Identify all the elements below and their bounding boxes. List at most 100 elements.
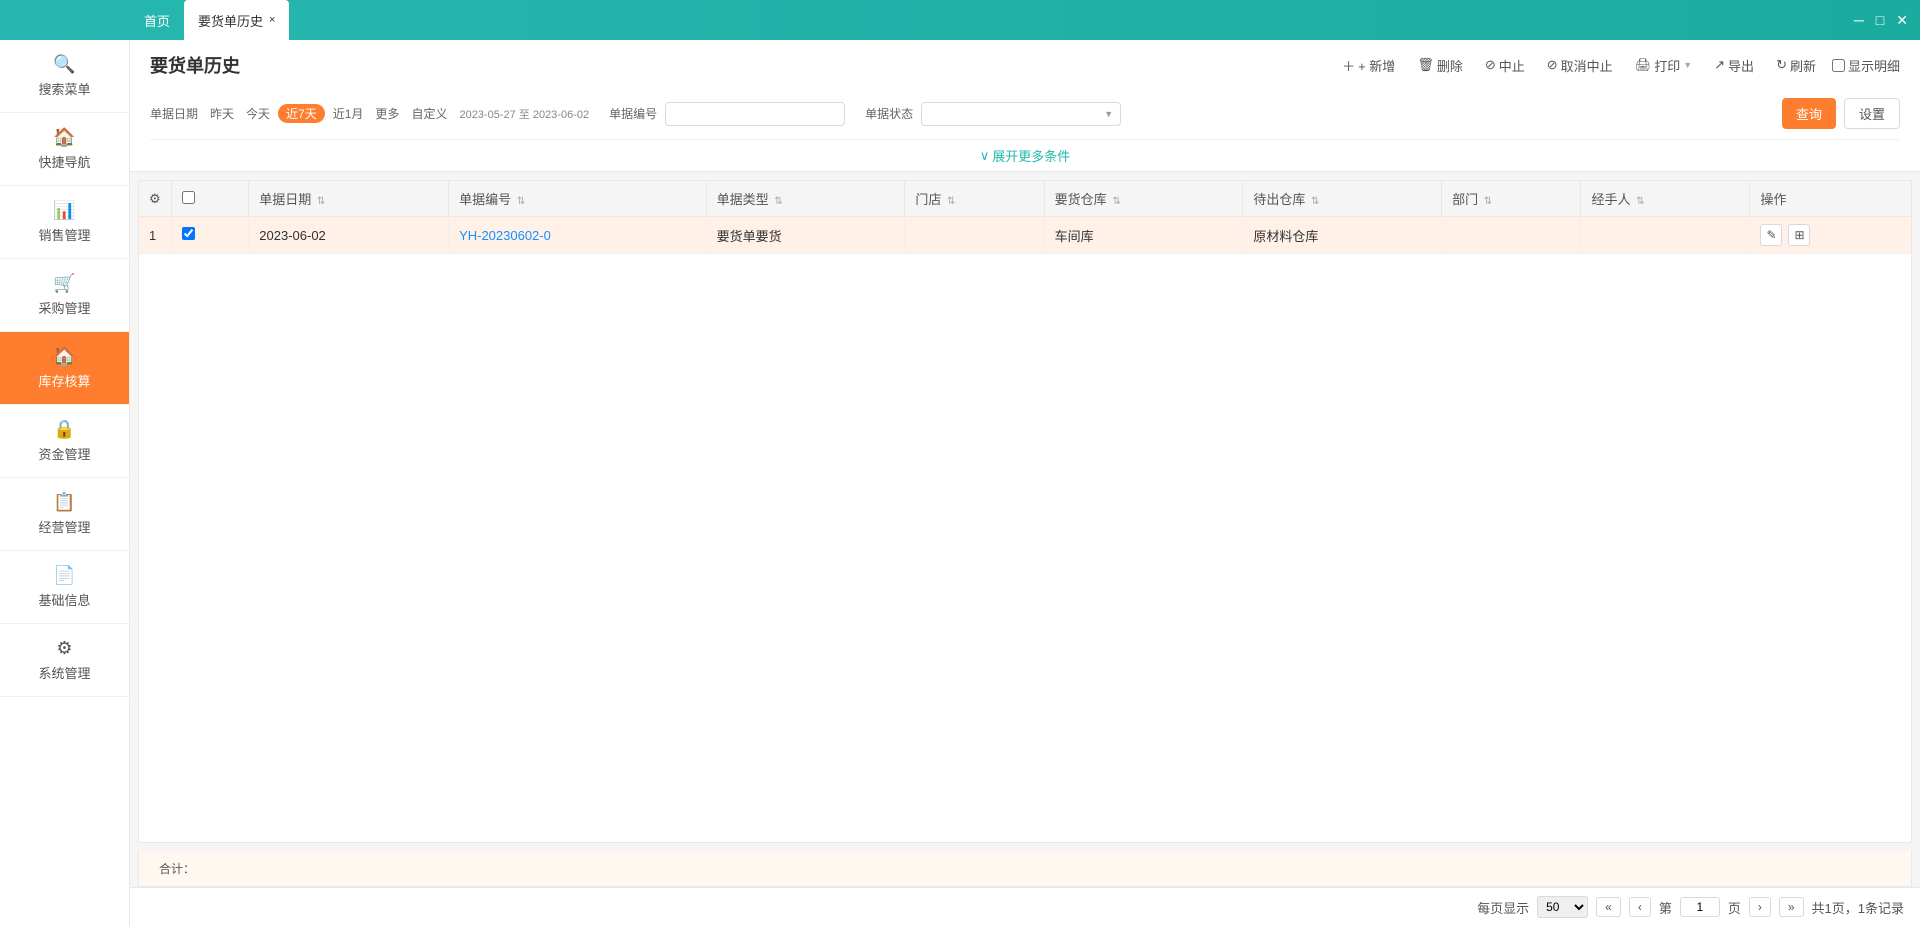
date-filter-label: 单据日期 bbox=[150, 105, 198, 122]
col-checkbox[interactable] bbox=[171, 181, 249, 217]
display-detail-toggle[interactable]: 显示明细 bbox=[1832, 56, 1900, 75]
date-shortcut-yesterday[interactable]: 昨天 bbox=[206, 104, 238, 123]
sidebar-item-search-menu[interactable]: 🔍 搜索菜单 bbox=[0, 40, 129, 113]
date-shortcut-custom[interactable]: 自定义 bbox=[407, 104, 451, 123]
new-button[interactable]: ＋ + 新增 bbox=[1336, 53, 1401, 78]
tab-home[interactable]: 首页 bbox=[130, 0, 184, 40]
doc-status-select[interactable] bbox=[921, 102, 1121, 126]
doc-status-filter-group: 单据状态 bbox=[865, 102, 1121, 126]
print-button[interactable]: 🖨 打印 ▼ bbox=[1629, 53, 1698, 78]
maximize-icon[interactable]: □ bbox=[1876, 12, 1884, 28]
sidebar-item-quick-nav[interactable]: 🏠 快捷导航 bbox=[0, 113, 129, 186]
page-input[interactable] bbox=[1680, 897, 1720, 917]
col-handler-label: 经手人 bbox=[1591, 192, 1630, 207]
sidebar-item-finance-mgmt[interactable]: 🔒 资金管理 bbox=[0, 405, 129, 478]
doc-no-input[interactable] bbox=[665, 102, 845, 126]
query-button[interactable]: 查询 bbox=[1782, 98, 1836, 129]
date-range-display: 2023-05-27 至 2023-06-02 bbox=[459, 106, 589, 122]
display-detail-checkbox[interactable] bbox=[1832, 59, 1845, 72]
sidebar-item-sys-mgmt[interactable]: ⚙ 系统管理 bbox=[0, 624, 129, 697]
col-req-warehouse-label: 要货仓库 bbox=[1055, 192, 1107, 207]
col-dept-label: 部门 bbox=[1452, 192, 1478, 207]
col-settings[interactable]: ⚙ bbox=[139, 181, 171, 217]
cell-action: ✎ ⊞ bbox=[1750, 217, 1911, 254]
col-store[interactable]: 门店 ⇅ bbox=[905, 181, 1044, 217]
table-container: ⚙ 单据日期 ⇅ 单据编号 ⇅ 单据类型 ⇅ bbox=[138, 180, 1912, 843]
delete-button[interactable]: 🗑 删除 bbox=[1411, 53, 1469, 78]
last-page-button[interactable]: » bbox=[1779, 897, 1804, 917]
sidebar-item-inventory-calc-label: 库存核算 bbox=[38, 371, 90, 390]
export-button[interactable]: ↗ 导出 bbox=[1708, 53, 1760, 78]
date-shortcuts: 昨天 今天 近7天 近1月 更多 自定义 bbox=[206, 104, 451, 123]
sys-mgmt-icon: ⚙ bbox=[56, 638, 72, 659]
col-doc-no-sort-icon: ⇅ bbox=[517, 196, 525, 207]
new-icon: ＋ bbox=[1342, 56, 1355, 75]
sidebar-item-finance-mgmt-label: 资金管理 bbox=[38, 444, 90, 463]
per-page-select[interactable]: 50 20 100 200 bbox=[1537, 896, 1588, 918]
col-store-sort-icon: ⇅ bbox=[947, 196, 955, 207]
col-pending-warehouse[interactable]: 待出仓库 ⇅ bbox=[1243, 181, 1442, 217]
row-edit-button[interactable]: ✎ bbox=[1760, 224, 1782, 246]
print-dropdown-icon: ▼ bbox=[1683, 60, 1692, 70]
content-area: 要货单历史 ＋ + 新增 🗑 删除 ⊘ 中止 ⊘ bbox=[130, 40, 1920, 926]
sidebar-item-ops-mgmt[interactable]: 📋 经营管理 bbox=[0, 478, 129, 551]
doc-no-link[interactable]: YH-20230602-0 bbox=[459, 228, 551, 243]
col-doc-type-label: 单据类型 bbox=[717, 192, 769, 207]
col-req-warehouse[interactable]: 要货仓库 ⇅ bbox=[1044, 181, 1243, 217]
cell-pending-warehouse: 原材料仓库 bbox=[1243, 217, 1442, 254]
sidebar: 🔍 搜索菜单 🏠 快捷导航 📊 销售管理 🛒 采购管理 🏠 库存核算 🔒 资金管… bbox=[0, 40, 130, 926]
sidebar-item-search-menu-label: 搜索菜单 bbox=[38, 79, 90, 98]
doc-status-select-wrapper bbox=[921, 102, 1121, 126]
sidebar-item-basic-info[interactable]: 📄 基础信息 bbox=[0, 551, 129, 624]
basic-info-icon: 📄 bbox=[53, 565, 75, 586]
stop-label: 中止 bbox=[1499, 56, 1525, 75]
quick-nav-icon: 🏠 bbox=[53, 127, 75, 148]
data-table: ⚙ 单据日期 ⇅ 单据编号 ⇅ 单据类型 ⇅ bbox=[139, 181, 1911, 254]
main-layout: 🔍 搜索菜单 🏠 快捷导航 📊 销售管理 🛒 采购管理 🏠 库存核算 🔒 资金管… bbox=[0, 40, 1920, 926]
finance-mgmt-icon: 🔒 bbox=[53, 419, 75, 440]
purchase-mgmt-icon: 🛒 bbox=[53, 273, 75, 294]
date-shortcut-1month[interactable]: 近1月 bbox=[329, 104, 368, 123]
col-doc-date-label: 单据日期 bbox=[259, 192, 311, 207]
tab-requisition-history[interactable]: 要货单历史 × bbox=[184, 0, 289, 40]
cell-checkbox[interactable] bbox=[171, 217, 249, 254]
row-checkbox[interactable] bbox=[182, 227, 195, 240]
col-pending-warehouse-label: 待出仓库 bbox=[1253, 192, 1305, 207]
minimize-icon[interactable]: ─ bbox=[1854, 12, 1864, 28]
col-doc-no-label: 单据编号 bbox=[459, 192, 511, 207]
sidebar-item-ops-mgmt-label: 经营管理 bbox=[38, 517, 90, 536]
close-tab-icon[interactable]: × bbox=[269, 14, 275, 26]
footer-total-label: 合计： bbox=[159, 860, 195, 877]
cancel-stop-icon: ⊘ bbox=[1547, 57, 1558, 73]
next-page-button[interactable]: › bbox=[1749, 897, 1771, 917]
doc-no-filter-group: 单据编号 bbox=[609, 102, 845, 126]
table-row[interactable]: 1 2023-06-02 YH-20230602-0 要货单要货 车间库 原材料… bbox=[139, 217, 1911, 254]
col-handler[interactable]: 经手人 ⇅ bbox=[1581, 181, 1750, 217]
col-doc-no[interactable]: 单据编号 ⇅ bbox=[449, 181, 707, 217]
table-footer: 合计： bbox=[138, 851, 1912, 887]
select-all-checkbox[interactable] bbox=[182, 191, 195, 204]
filter-row: 单据日期 昨天 今天 近7天 近1月 更多 自定义 2023-05-27 至 2… bbox=[150, 88, 1900, 139]
cancel-stop-button[interactable]: ⊘ 取消中止 bbox=[1541, 53, 1619, 78]
first-page-button[interactable]: « bbox=[1596, 897, 1621, 917]
per-page-label: 每页显示 bbox=[1477, 898, 1529, 917]
sidebar-item-purchase-mgmt[interactable]: 🛒 采购管理 bbox=[0, 259, 129, 332]
window-close-icon[interactable]: ✕ bbox=[1896, 12, 1908, 29]
col-doc-date[interactable]: 单据日期 ⇅ bbox=[249, 181, 449, 217]
date-shortcut-more[interactable]: 更多 bbox=[371, 104, 403, 123]
stop-button[interactable]: ⊘ 中止 bbox=[1479, 53, 1531, 78]
sidebar-item-inventory-calc[interactable]: 🏠 库存核算 bbox=[0, 332, 129, 405]
cell-store bbox=[905, 217, 1044, 254]
row-detail-button[interactable]: ⊞ bbox=[1788, 224, 1810, 246]
prev-page-button[interactable]: ‹ bbox=[1629, 897, 1651, 917]
date-shortcut-7days[interactable]: 近7天 bbox=[278, 104, 325, 123]
cell-num: 1 bbox=[139, 217, 171, 254]
refresh-button[interactable]: ↻ 刷新 bbox=[1770, 53, 1822, 78]
col-dept[interactable]: 部门 ⇅ bbox=[1442, 181, 1581, 217]
settings-button[interactable]: 设置 bbox=[1844, 98, 1900, 129]
cell-doc-no[interactable]: YH-20230602-0 bbox=[449, 217, 707, 254]
sidebar-item-sales-mgmt[interactable]: 📊 销售管理 bbox=[0, 186, 129, 259]
col-doc-type[interactable]: 单据类型 ⇅ bbox=[706, 181, 905, 217]
date-shortcut-today[interactable]: 今天 bbox=[242, 104, 274, 123]
expand-more-conditions[interactable]: ∨ 展开更多条件 bbox=[150, 139, 1900, 171]
